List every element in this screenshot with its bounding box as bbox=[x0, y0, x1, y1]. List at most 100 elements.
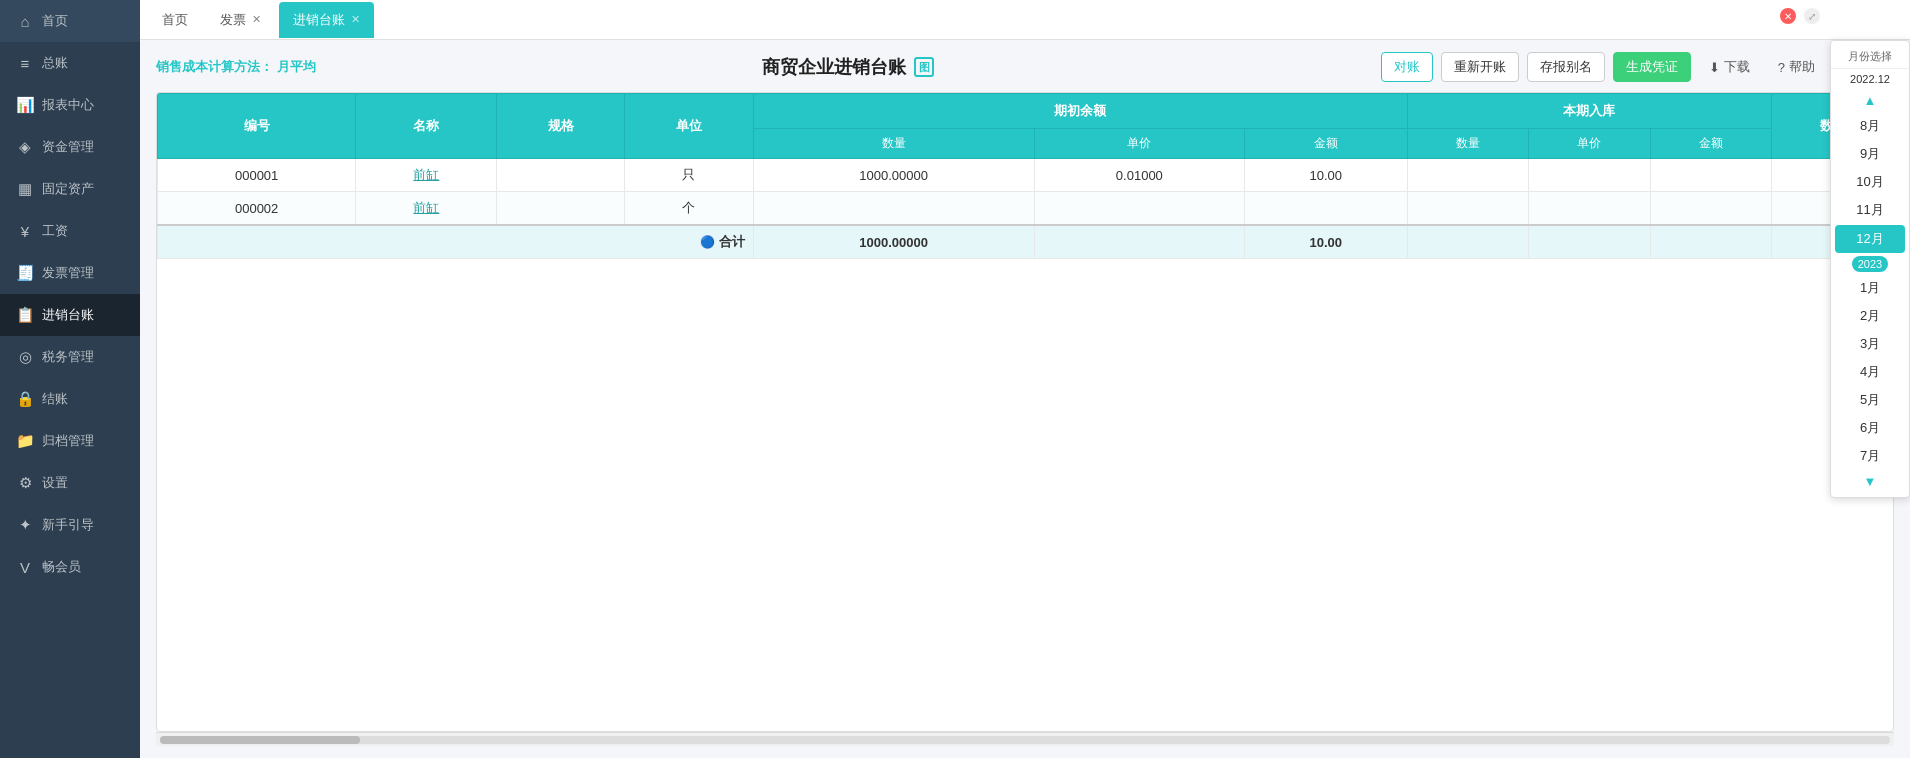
cell-period-price: 0.01000 bbox=[1034, 159, 1244, 192]
invoice-icon: 🧾 bbox=[16, 264, 34, 282]
closing-icon: 🔒 bbox=[16, 390, 34, 408]
maximize-button[interactable]: ⤢ bbox=[1804, 8, 1820, 24]
close-button[interactable]: ✕ bbox=[1780, 8, 1796, 24]
reconcile-button[interactable]: 对账 bbox=[1381, 52, 1433, 82]
row-name-link[interactable]: 前缸 bbox=[413, 200, 439, 215]
sidebar-item-fixed-assets[interactable]: ▦ 固定资产 bbox=[0, 168, 140, 210]
col-header-spec: 规格 bbox=[497, 94, 625, 159]
download-icon: ⬇ bbox=[1709, 60, 1720, 75]
col-sub-period-price: 单价 bbox=[1034, 129, 1244, 159]
tab-invoice-label: 发票 bbox=[220, 11, 246, 29]
col-sub-in-amount: 金额 bbox=[1650, 129, 1771, 159]
month-item-5[interactable]: 5月 bbox=[1831, 386, 1909, 414]
total-period-price bbox=[1034, 225, 1244, 259]
total-period-amount: 10.00 bbox=[1244, 225, 1407, 259]
scroll-thumb[interactable] bbox=[160, 736, 360, 744]
ledger-icon: ≡ bbox=[16, 55, 34, 72]
sidebar-item-archive[interactable]: 📁 归档管理 bbox=[0, 420, 140, 462]
page-title: 商贸企业进销台账 bbox=[762, 55, 906, 79]
cell-name: 前缸 bbox=[356, 159, 497, 192]
sidebar-item-report-center[interactable]: 📊 报表中心 bbox=[0, 84, 140, 126]
tab-purchase-sales[interactable]: 进销台账 ✕ bbox=[279, 2, 374, 38]
title-info-icon[interactable]: 图 bbox=[914, 57, 934, 77]
sidebar-item-member[interactable]: V 畅会员 bbox=[0, 546, 140, 588]
month-item-6[interactable]: 6月 bbox=[1831, 414, 1909, 442]
sidebar-item-fund-management[interactable]: ◈ 资金管理 bbox=[0, 126, 140, 168]
month-item-10[interactable]: 10月 bbox=[1831, 168, 1909, 196]
sidebar-item-tax-management[interactable]: ◎ 税务管理 bbox=[0, 336, 140, 378]
cell-period-qty: 1000.00000 bbox=[753, 159, 1034, 192]
col-sub-period-amount: 金额 bbox=[1244, 129, 1407, 159]
cell-in-price bbox=[1529, 159, 1650, 192]
sidebar-item-payroll[interactable]: ¥ 工资 bbox=[0, 210, 140, 252]
assets-icon: ▦ bbox=[16, 180, 34, 198]
sidebar-item-purchase-sales[interactable]: 📋 进销台账 bbox=[0, 294, 140, 336]
month-item-1[interactable]: 1月 bbox=[1831, 274, 1909, 302]
window-controls: ✕ ⤢ bbox=[1780, 8, 1820, 24]
sidebar-item-general-ledger[interactable]: ≡ 总账 bbox=[0, 42, 140, 84]
home-icon: ⌂ bbox=[16, 13, 34, 30]
cell-in-amount bbox=[1650, 159, 1771, 192]
cell-period-qty bbox=[753, 192, 1034, 226]
tab-bar: 首页 发票 ✕ 进销台账 ✕ bbox=[140, 0, 1910, 40]
download-button[interactable]: ⬇ 下载 bbox=[1699, 53, 1760, 81]
tab-purchase-sales-close[interactable]: ✕ bbox=[351, 13, 360, 26]
tab-home[interactable]: 首页 bbox=[148, 2, 202, 38]
cost-method-area: 销售成本计算方法： 月平均 bbox=[156, 58, 316, 76]
cell-in-qty bbox=[1407, 159, 1528, 192]
month-scroll-down[interactable]: ▼ bbox=[1831, 470, 1909, 493]
content-header: 销售成本计算方法： 月平均 商贸企业进销台账 图 对账 重新开账 存报别名 生成… bbox=[156, 52, 1894, 82]
total-row: 🔵 合计 1000.00000 10.00 bbox=[158, 225, 1893, 259]
sidebar-item-closing[interactable]: 🔒 结账 bbox=[0, 378, 140, 420]
cost-method-value: 月平均 bbox=[277, 59, 316, 74]
toolbar: 对账 重新开账 存报别名 生成凭证 ⬇ 下载 ? 帮助 ↻ 刷新 bbox=[1381, 52, 1894, 82]
col-header-current-in: 本期入库 bbox=[1407, 94, 1771, 129]
month-panel-year: 2022.12 bbox=[1831, 69, 1909, 89]
month-item-11[interactable]: 11月 bbox=[1831, 196, 1909, 224]
col-header-name: 名称 bbox=[356, 94, 497, 159]
month-item-3[interactable]: 3月 bbox=[1831, 330, 1909, 358]
month-item-8[interactable]: 8月 bbox=[1831, 112, 1909, 140]
month-panel: 月份选择 2022.12 ▲ 8月 9月 10月 11月 12月 2023 1月… bbox=[1830, 40, 1910, 498]
month-scroll-up[interactable]: ▲ bbox=[1831, 89, 1909, 112]
tab-invoice-close[interactable]: ✕ bbox=[252, 13, 261, 26]
sidebar-item-home[interactable]: ⌂ 首页 bbox=[0, 0, 140, 42]
horizontal-scrollbar[interactable] bbox=[156, 732, 1894, 746]
month-item-4[interactable]: 4月 bbox=[1831, 358, 1909, 386]
settings-icon: ⚙ bbox=[16, 474, 34, 492]
year-badge: 2023 bbox=[1852, 256, 1888, 272]
save-alias-button[interactable]: 存报别名 bbox=[1527, 52, 1605, 82]
report-icon: 📊 bbox=[16, 96, 34, 114]
help-button[interactable]: ? 帮助 bbox=[1768, 53, 1825, 81]
cell-unit: 个 bbox=[625, 192, 753, 226]
purchase-sales-icon: 📋 bbox=[16, 306, 34, 324]
sidebar-item-invoice-label: 发票管理 bbox=[42, 264, 94, 282]
payroll-icon: ¥ bbox=[16, 223, 34, 240]
month-item-12[interactable]: 12月 bbox=[1835, 225, 1905, 253]
generate-voucher-button[interactable]: 生成凭证 bbox=[1613, 52, 1691, 82]
reopen-button[interactable]: 重新开账 bbox=[1441, 52, 1519, 82]
row-name-link[interactable]: 前缸 bbox=[413, 167, 439, 182]
sidebar-item-guide[interactable]: ✦ 新手引导 bbox=[0, 504, 140, 546]
month-item-9[interactable]: 9月 bbox=[1831, 140, 1909, 168]
sidebar-item-settings[interactable]: ⚙ 设置 bbox=[0, 462, 140, 504]
sidebar-item-invoice-management[interactable]: 🧾 发票管理 bbox=[0, 252, 140, 294]
page-title-area: 商贸企业进销台账 图 bbox=[762, 55, 934, 79]
cell-in-amount bbox=[1650, 192, 1771, 226]
cell-name: 前缸 bbox=[356, 192, 497, 226]
help-icon: ? bbox=[1778, 60, 1785, 75]
data-table: 编号 名称 规格 单位 期初余额 本期入库 数... 数量 单价 金额 数量 单… bbox=[157, 93, 1893, 259]
month-item-2[interactable]: 2月 bbox=[1831, 302, 1909, 330]
total-in-price bbox=[1529, 225, 1650, 259]
cell-id: 000001 bbox=[158, 159, 356, 192]
cell-spec bbox=[497, 159, 625, 192]
month-item-7[interactable]: 7月 bbox=[1831, 442, 1909, 470]
sidebar-item-tax-label: 税务管理 bbox=[42, 348, 94, 366]
col-header-unit: 单位 bbox=[625, 94, 753, 159]
total-label-cell: 🔵 合计 bbox=[158, 225, 754, 259]
sidebar-item-fund-label: 资金管理 bbox=[42, 138, 94, 156]
month-panel-title: 月份选择 bbox=[1831, 45, 1909, 69]
col-header-period-start: 期初余额 bbox=[753, 94, 1407, 129]
tab-invoice[interactable]: 发票 ✕ bbox=[206, 2, 275, 38]
sidebar-item-assets-label: 固定资产 bbox=[42, 180, 94, 198]
